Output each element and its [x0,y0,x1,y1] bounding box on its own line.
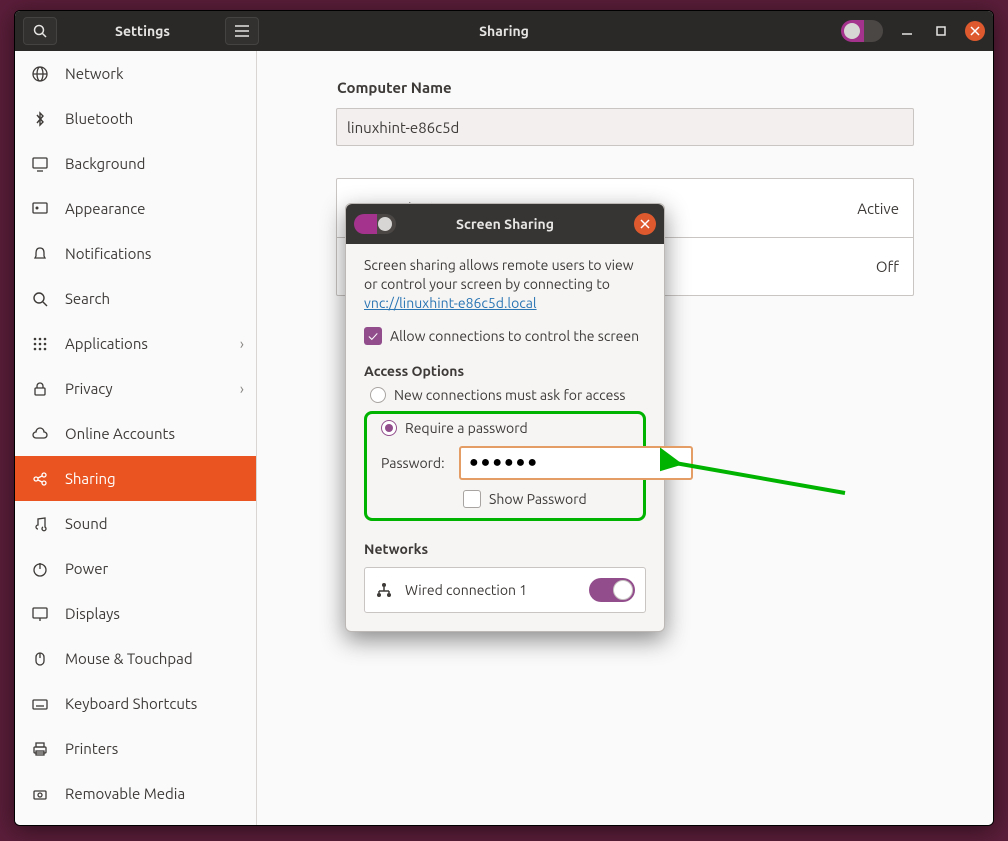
show-password-label: Show Password [489,491,587,507]
network-row: Wired connection 1 [364,567,646,613]
row-status: Active [857,200,899,217]
sidebar-item-background[interactable]: Background [15,141,256,186]
close-icon [640,219,650,229]
sidebar-item-sharing[interactable]: Sharing [15,456,256,501]
mouse-icon [31,650,49,668]
minimize-button[interactable] [897,21,917,41]
sidebar-item-label: Online Accounts [65,425,175,442]
sidebar-item-applications[interactable]: Applications › [15,321,256,366]
sidebar-item-label: Network [65,65,124,82]
printer-icon [31,740,49,758]
grid-icon [31,335,49,353]
screen-sharing-dialog: Screen Sharing Screen sharing allows rem… [345,203,665,632]
vnc-link[interactable]: vnc://linuxhint-e86c5d.local [364,295,537,311]
sidebar-item-label: Printers [65,740,118,757]
computer-name-label: Computer Name [337,79,452,96]
password-label: Password: [381,455,451,471]
search-icon [31,290,49,308]
lock-icon [31,380,49,398]
display-icon [31,605,49,623]
hamburger-button[interactable] [225,17,259,45]
network-name: Wired connection 1 [405,582,527,598]
sidebar-item-printers[interactable]: Printers [15,726,256,771]
sidebar-item-removable-media[interactable]: Removable Media [15,771,256,816]
close-icon [970,26,980,36]
sidebar-item-label: Bluetooth [65,110,133,127]
password-highlight-annotation: Require a password Password: Show Passwo… [364,411,646,521]
computer-name-input[interactable] [336,108,914,146]
sidebar: Network Bluetooth Background Appearance Noti… [15,51,257,825]
monitor-icon [31,155,49,173]
sidebar-item-bluetooth[interactable]: Bluetooth [15,96,256,141]
sidebar-item-appearance[interactable]: Appearance [15,186,256,231]
cloud-icon [31,425,49,443]
chevron-right-icon: › [240,380,244,397]
maximize-icon [936,26,946,36]
sidebar-item-search[interactable]: Search [15,276,256,321]
radio-password-label: Require a password [405,420,528,436]
sidebar-item-label: Sharing [65,470,116,487]
power-icon [31,560,49,578]
password-input[interactable] [459,446,693,480]
sidebar-item-label: Applications [65,335,148,352]
sidebar-item-network[interactable]: Network [15,51,256,96]
dialog-description: Screen sharing allows remote users to vi… [364,256,646,313]
sidebar-item-mouse-touchpad[interactable]: Mouse & Touchpad [15,636,256,681]
media-icon [31,785,49,803]
sidebar-item-label: Sound [65,515,108,532]
sidebar-item-label: Privacy [65,380,113,397]
sidebar-item-label: Notifications [65,245,151,262]
bell-icon [31,245,49,263]
sidebar-item-power[interactable]: Power [15,546,256,591]
allow-control-label: Allow connections to control the screen [390,328,639,344]
sidebar-item-label: Search [65,290,110,307]
sidebar-item-privacy[interactable]: Privacy › [15,366,256,411]
bluetooth-icon [31,110,49,128]
share-icon [31,470,49,488]
radio-require-password[interactable] [381,420,397,436]
search-icon [33,24,47,38]
network-toggle[interactable] [589,578,635,602]
maximize-button[interactable] [931,21,951,41]
search-button[interactable] [23,17,57,45]
sidebar-item-label: Mouse & Touchpad [65,650,193,667]
radio-ask-access[interactable] [370,387,386,403]
show-password-checkbox[interactable] [463,490,481,508]
radio-ask-label: New connections must ask for access [394,387,626,403]
sidebar-item-keyboard-shortcuts[interactable]: Keyboard Shortcuts [15,681,256,726]
sidebar-item-label: Appearance [65,200,145,217]
dialog-title: Screen Sharing [456,216,554,232]
dialog-titlebar: Screen Sharing [346,204,664,244]
minimize-icon [902,26,912,36]
titlebar: Settings Sharing [15,11,993,51]
dialog-master-toggle[interactable] [354,214,396,234]
keyboard-icon [31,695,49,713]
close-button[interactable] [965,21,985,41]
access-options-heading: Access Options [364,363,646,379]
allow-control-checkbox[interactable]: ✓ [364,327,382,345]
page-title: Sharing [479,23,529,39]
sidebar-item-online-accounts[interactable]: Online Accounts [15,411,256,456]
sharing-master-toggle[interactable] [841,20,883,42]
sidebar-item-displays[interactable]: Displays [15,591,256,636]
networks-heading: Networks [364,541,646,557]
sidebar-item-notifications[interactable]: Notifications [15,231,256,276]
sidebar-item-label: Keyboard Shortcuts [65,695,197,712]
chevron-right-icon: › [240,335,244,352]
app-title: Settings [115,23,170,39]
dialog-close-button[interactable] [634,213,656,235]
globe-icon [31,65,49,83]
hamburger-icon [235,25,249,37]
sidebar-item-label: Power [65,560,108,577]
dialog-description-text: Screen sharing allows remote users to vi… [364,257,634,292]
sidebar-item-label: Displays [65,605,120,622]
wired-icon [375,581,393,599]
sidebar-item-sound[interactable]: Sound [15,501,256,546]
appearance-icon [31,200,49,218]
music-icon [31,515,49,533]
row-status: Off [876,258,899,275]
sidebar-item-label: Background [65,155,145,172]
sidebar-item-label: Removable Media [65,785,185,802]
